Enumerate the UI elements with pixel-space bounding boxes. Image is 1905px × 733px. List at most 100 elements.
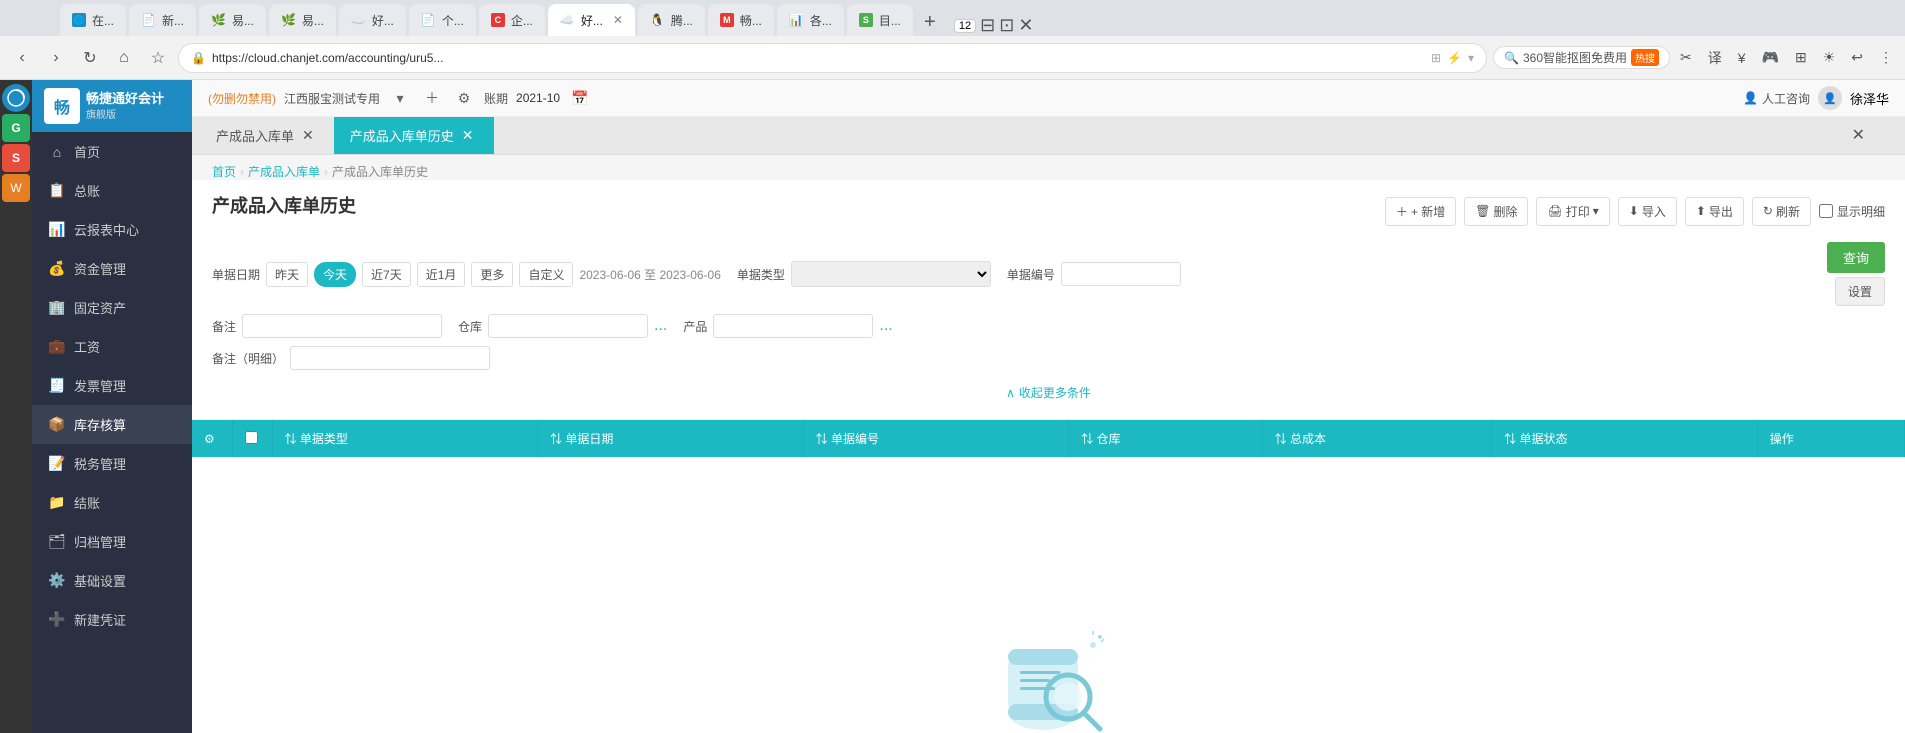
search-box[interactable]: 🔍 360智能抠图免费用 热搜 [1493,46,1670,69]
tab-6[interactable]: 📄 个... [409,4,476,36]
user-avatar[interactable]: 👤 [1818,86,1842,110]
app-icon-4[interactable]: W [2,174,30,202]
product-more-icon[interactable]: ... [879,317,892,335]
currency-icon[interactable]: ¥ [1734,46,1750,70]
sidebar-item-basic-settings[interactable]: ⚙️ 基础设置 [32,561,192,600]
delete-button[interactable]: 🗑 删除 [1464,197,1528,226]
print-button[interactable]: 🖨 打印 ▾ [1536,197,1609,226]
minimize-button[interactable]: ⊟ [980,15,995,36]
undo-icon[interactable]: ↩ [1847,45,1867,70]
collapse-button[interactable]: ∧ 收起更多条件 [212,378,1885,407]
sidebar-item-inventory[interactable]: 📦 库存核算 [32,405,192,444]
inner-tab-history-close[interactable]: ✕ [458,125,478,146]
th-type[interactable]: ⇅ 单据类型 [272,420,538,457]
th-status[interactable]: ⇅ 单据状态 [1492,420,1758,457]
th-number[interactable]: ⇅ 单据编号 [803,420,1069,457]
sidebar-item-invoice[interactable]: 🧾 发票管理 [32,366,192,405]
maximize-button[interactable]: ⊡ [999,15,1014,36]
date-today[interactable]: 今天 [314,262,356,287]
breadcrumb-list[interactable]: 产成品入库单 [248,163,320,180]
url-bar[interactable]: 🔒 https://cloud.chanjet.com/accounting/u… [178,43,1487,73]
theme-icon[interactable]: ☀ [1819,45,1840,70]
date-filter-group: 单据日期 昨天 今天 近7天 近1月 更多 自定义 2023-06-06 至 2… [212,262,721,287]
tab-1[interactable]: 🌐 在... [60,4,126,36]
tab-12[interactable]: S 目... [847,4,913,36]
tab-10[interactable]: M 畅... [708,4,774,36]
export-button[interactable]: ⬆ 导出 [1685,197,1744,226]
tab-9[interactable]: 🐧 腾... [638,4,705,36]
display-checkbox[interactable] [1819,204,1833,218]
inner-tab-list-close[interactable]: ✕ [298,125,318,146]
date-custom[interactable]: 自定义 [519,262,573,287]
select-all-checkbox[interactable] [245,431,258,444]
display-toggle[interactable]: 显示明细 [1819,203,1885,220]
product-input[interactable] [713,314,873,338]
breadcrumb-home[interactable]: 首页 [212,163,236,180]
tab-3-icon: 🌿 [211,13,226,27]
sidebar-item-tax[interactable]: 📝 税务管理 [32,444,192,483]
translate-icon[interactable]: 译 [1704,44,1726,72]
warehouse-more-icon[interactable]: ... [654,317,667,335]
date-7days[interactable]: 近7天 [362,262,411,287]
tab-4[interactable]: 🌿 易... [269,4,336,36]
refresh-button[interactable]: ↻ [76,44,104,72]
th-warehouse[interactable]: ⇅ 仓库 [1069,420,1262,457]
tab-5[interactable]: ☁️ 好... [339,4,406,36]
add-button[interactable]: ＋ + 新增 [1385,197,1456,226]
date-yesterday[interactable]: 昨天 [266,262,308,287]
import-button[interactable]: ⬇ 导入 [1618,197,1677,226]
app-icon-3[interactable]: S [2,144,30,172]
tab-7[interactable]: C 企... [479,4,545,36]
inner-tab-list[interactable]: 产成品入库单 ✕ [200,117,334,154]
back-button[interactable]: ‹ [8,44,36,72]
th-cost[interactable]: ⇅ 总成本 [1262,420,1492,457]
company-dropdown-icon[interactable]: ▾ [388,86,412,110]
sidebar-item-ledger[interactable]: 📋 总账 [32,171,192,210]
tab-3[interactable]: 🌿 易... [199,4,266,36]
sidebar-item-fixed[interactable]: 🏢 固定资产 [32,288,192,327]
more-icon[interactable]: ⋮ [1875,45,1897,70]
query-button[interactable]: 查询 [1827,242,1885,273]
note-input[interactable] [242,314,442,338]
sidebar-item-home[interactable]: ⌂ 首页 [32,132,192,171]
app-icon-1[interactable] [2,84,30,112]
tab-11[interactable]: 📊 各... [777,4,844,36]
chevron-down-icon[interactable]: ▾ [1468,51,1474,65]
new-tab-button[interactable]: + [916,8,944,36]
date-more[interactable]: 更多 [471,262,513,287]
tab-2[interactable]: 📄 新... [129,4,196,36]
close-window-button[interactable]: ✕ [1018,15,1033,36]
type-select[interactable] [791,261,991,287]
panel-close-icon[interactable]: ✕ [1852,125,1865,145]
tab-8-close-icon[interactable]: ✕ [613,13,623,27]
settings-button[interactable]: 设置 [1835,277,1885,306]
th-settings[interactable]: ⚙ [192,420,232,457]
bookmark-button[interactable]: ☆ [144,44,172,72]
forward-button[interactable]: › [42,44,70,72]
sidebar-item-salary[interactable]: 💼 工资 [32,327,192,366]
number-input[interactable] [1061,262,1181,286]
th-checkbox[interactable] [232,420,272,457]
inner-tab-history[interactable]: 产成品入库单历史 ✕ [334,117,494,154]
gear-icon[interactable]: ⚙ [452,86,476,110]
tab-8[interactable]: ☁️ 好... ✕ [548,4,635,36]
sidebar-item-capital[interactable]: 💰 资金管理 [32,249,192,288]
calendar-icon[interactable]: 📅 [568,86,592,110]
refresh-button-toolbar[interactable]: ↻ 刷新 [1752,197,1811,226]
apps-icon[interactable]: ⊞ [1791,45,1811,70]
note-detail-input[interactable] [290,346,490,370]
sidebar-item-settlement[interactable]: 📁 结账 [32,483,192,522]
warehouse-input[interactable] [488,314,648,338]
date-1month[interactable]: 近1月 [417,262,466,287]
sidebar-item-new-voucher[interactable]: ➕ 新建凭证 [32,600,192,639]
game-icon[interactable]: 🎮 [1758,45,1783,70]
scissors-icon[interactable]: ✂ [1676,45,1696,70]
app-icon-2[interactable]: G [2,114,30,142]
add-icon[interactable]: ＋ [420,86,444,110]
tab-count-badge: 12 [954,19,976,33]
sidebar-item-report[interactable]: 📊 云报表中心 [32,210,192,249]
th-date[interactable]: ⇅ 单据日期 [538,420,804,457]
home-button[interactable]: ⌂ [110,44,138,72]
sidebar-item-archive[interactable]: 🗂 归档管理 [32,522,192,561]
service-button[interactable]: 👤 人工咨询 [1743,90,1810,107]
